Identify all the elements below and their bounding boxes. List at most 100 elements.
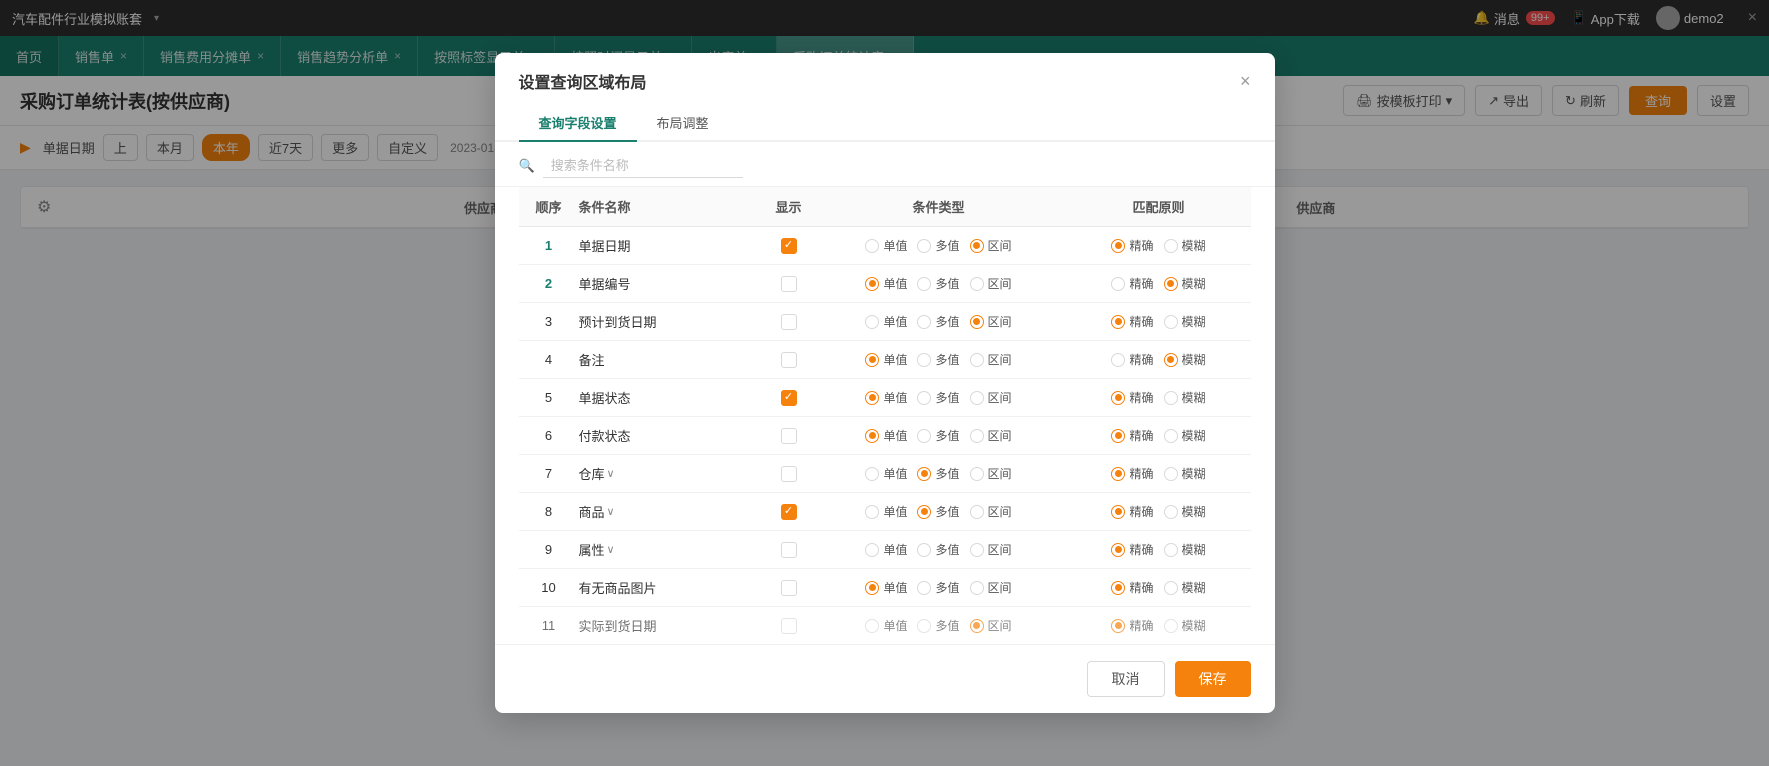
row11-type-range[interactable]: 区间 <box>970 617 1012 634</box>
row3-type-multi[interactable]: 多值 <box>917 313 959 330</box>
row1-type-range[interactable]: 区间 <box>970 237 1012 254</box>
search-input[interactable] <box>543 154 743 178</box>
radio-icon <box>917 581 931 595</box>
row5-match-fuzzy[interactable]: 模糊 <box>1164 389 1206 406</box>
dialog-overlay: 设置查询区域布局 × 查询字段设置 布局调整 🔍 顺序 条件名称 显示 条件类型 <box>0 0 1769 766</box>
save-button[interactable]: 保存 <box>1175 661 1251 697</box>
row2-display-cb[interactable] <box>781 276 797 292</box>
row9-name: 属性 ∨ <box>579 540 759 559</box>
row3-name: 预计到货日期 <box>579 312 759 331</box>
row2-type-multi[interactable]: 多值 <box>917 275 959 292</box>
row3-type-single[interactable]: 单值 <box>865 313 907 330</box>
row3-match-group: 精确 模糊 <box>1111 313 1205 330</box>
settings-dialog: 设置查询区域布局 × 查询字段设置 布局调整 🔍 顺序 条件名称 显示 条件类型 <box>495 53 1275 713</box>
row7-type-range[interactable]: 区间 <box>970 465 1012 482</box>
row11-match-fuzzy[interactable]: 模糊 <box>1164 617 1206 634</box>
row10-order: 10 <box>541 580 555 595</box>
row8-type-group: 单值 多值 区间 <box>865 503 1011 520</box>
radio-icon <box>865 543 879 557</box>
row3-display-cb[interactable] <box>781 314 797 330</box>
row8-type-single[interactable]: 单值 <box>865 503 907 520</box>
row11-type-single[interactable]: 单值 <box>865 617 907 634</box>
row9-type-multi[interactable]: 多值 <box>917 541 959 558</box>
row5-type-single[interactable]: 单值 <box>865 389 907 406</box>
radio-icon <box>970 315 984 329</box>
row6-match-exact[interactable]: 精确 <box>1111 427 1153 444</box>
row11-name: 实际到货日期 <box>579 616 759 635</box>
row4-display-cb[interactable] <box>781 352 797 368</box>
row5-match-exact[interactable]: 精确 <box>1111 389 1153 406</box>
row6-match-fuzzy[interactable]: 模糊 <box>1164 427 1206 444</box>
row10-type-single[interactable]: 单值 <box>865 579 907 596</box>
row6-type-single[interactable]: 单值 <box>865 427 907 444</box>
row7-match-fuzzy[interactable]: 模糊 <box>1164 465 1206 482</box>
row4-match-exact[interactable]: 精确 <box>1111 351 1153 368</box>
row8-match-exact[interactable]: 精确 <box>1111 503 1153 520</box>
row5-type-group: 单值 多值 区间 <box>865 389 1011 406</box>
dialog-close-btn[interactable]: × <box>1240 72 1251 90</box>
row7-type-single[interactable]: 单值 <box>865 465 907 482</box>
row1-display-cb[interactable] <box>781 238 797 254</box>
radio-icon <box>865 391 879 405</box>
row5-type-range[interactable]: 区间 <box>970 389 1012 406</box>
dialog-tab-query-fields[interactable]: 查询字段设置 <box>519 105 637 142</box>
row11-display-cb[interactable] <box>781 618 797 634</box>
row4-match-fuzzy[interactable]: 模糊 <box>1164 351 1206 368</box>
radio-icon <box>917 467 931 481</box>
row10-match-fuzzy[interactable]: 模糊 <box>1164 579 1206 596</box>
row8-match-fuzzy[interactable]: 模糊 <box>1164 503 1206 520</box>
row6-type-range[interactable]: 区间 <box>970 427 1012 444</box>
table-row: 10 有无商品图片 单值 多值 区间 精确 模糊 <box>519 569 1251 607</box>
col-display: 显示 <box>759 197 819 216</box>
row1-type-single[interactable]: 单值 <box>865 237 907 254</box>
dialog-tab-layout[interactable]: 布局调整 <box>637 105 729 142</box>
row7-display-cb[interactable] <box>781 466 797 482</box>
row5-type-multi[interactable]: 多值 <box>917 389 959 406</box>
row8-order: 8 <box>545 504 552 519</box>
row7-match-exact[interactable]: 精确 <box>1111 465 1153 482</box>
row11-match-exact[interactable]: 精确 <box>1111 617 1153 634</box>
row11-type-multi[interactable]: 多值 <box>917 617 959 634</box>
row1-match-exact[interactable]: 精确 <box>1111 237 1153 254</box>
row2-match-exact[interactable]: 精确 <box>1111 275 1153 292</box>
row1-type-multi[interactable]: 多值 <box>917 237 959 254</box>
row2-match-fuzzy[interactable]: 模糊 <box>1164 275 1206 292</box>
row9-type-single[interactable]: 单值 <box>865 541 907 558</box>
row2-type-range[interactable]: 区间 <box>970 275 1012 292</box>
row8-display-cb[interactable] <box>781 504 797 520</box>
row8-type-multi[interactable]: 多值 <box>917 503 959 520</box>
row4-type-multi[interactable]: 多值 <box>917 351 959 368</box>
row9-display-cb[interactable] <box>781 542 797 558</box>
table-row: 4 备注 单值 多值 区间 精确 模糊 <box>519 341 1251 379</box>
row10-match-exact[interactable]: 精确 <box>1111 579 1153 596</box>
radio-icon <box>970 277 984 291</box>
row9-match-exact[interactable]: 精确 <box>1111 541 1153 558</box>
radio-icon <box>970 239 984 253</box>
row7-order: 7 <box>545 466 552 481</box>
row6-match-group: 精确 模糊 <box>1111 427 1205 444</box>
row3-match-exact[interactable]: 精确 <box>1111 313 1153 330</box>
row4-type-single[interactable]: 单值 <box>865 351 907 368</box>
row6-order: 6 <box>545 428 552 443</box>
row6-display-cb[interactable] <box>781 428 797 444</box>
cancel-button[interactable]: 取消 <box>1087 661 1165 697</box>
row4-type-range[interactable]: 区间 <box>970 351 1012 368</box>
radio-icon <box>917 505 931 519</box>
row9-match-fuzzy[interactable]: 模糊 <box>1164 541 1206 558</box>
row10-display-cb[interactable] <box>781 580 797 596</box>
row8-type-range[interactable]: 区间 <box>970 503 1012 520</box>
row1-match-fuzzy[interactable]: 模糊 <box>1164 237 1206 254</box>
row3-type-range[interactable]: 区间 <box>970 313 1012 330</box>
row3-match-fuzzy[interactable]: 模糊 <box>1164 313 1206 330</box>
row2-type-single[interactable]: 单值 <box>865 275 907 292</box>
row10-type-range[interactable]: 区间 <box>970 579 1012 596</box>
search-icon: 🔍 <box>519 158 535 174</box>
radio-icon <box>1164 467 1178 481</box>
col-type: 条件类型 <box>819 197 1059 216</box>
row5-display-cb[interactable] <box>781 390 797 406</box>
row7-type-multi[interactable]: 多值 <box>917 465 959 482</box>
row10-type-multi[interactable]: 多值 <box>917 579 959 596</box>
row9-type-range[interactable]: 区间 <box>970 541 1012 558</box>
radio-icon <box>970 619 984 633</box>
row6-type-multi[interactable]: 多值 <box>917 427 959 444</box>
